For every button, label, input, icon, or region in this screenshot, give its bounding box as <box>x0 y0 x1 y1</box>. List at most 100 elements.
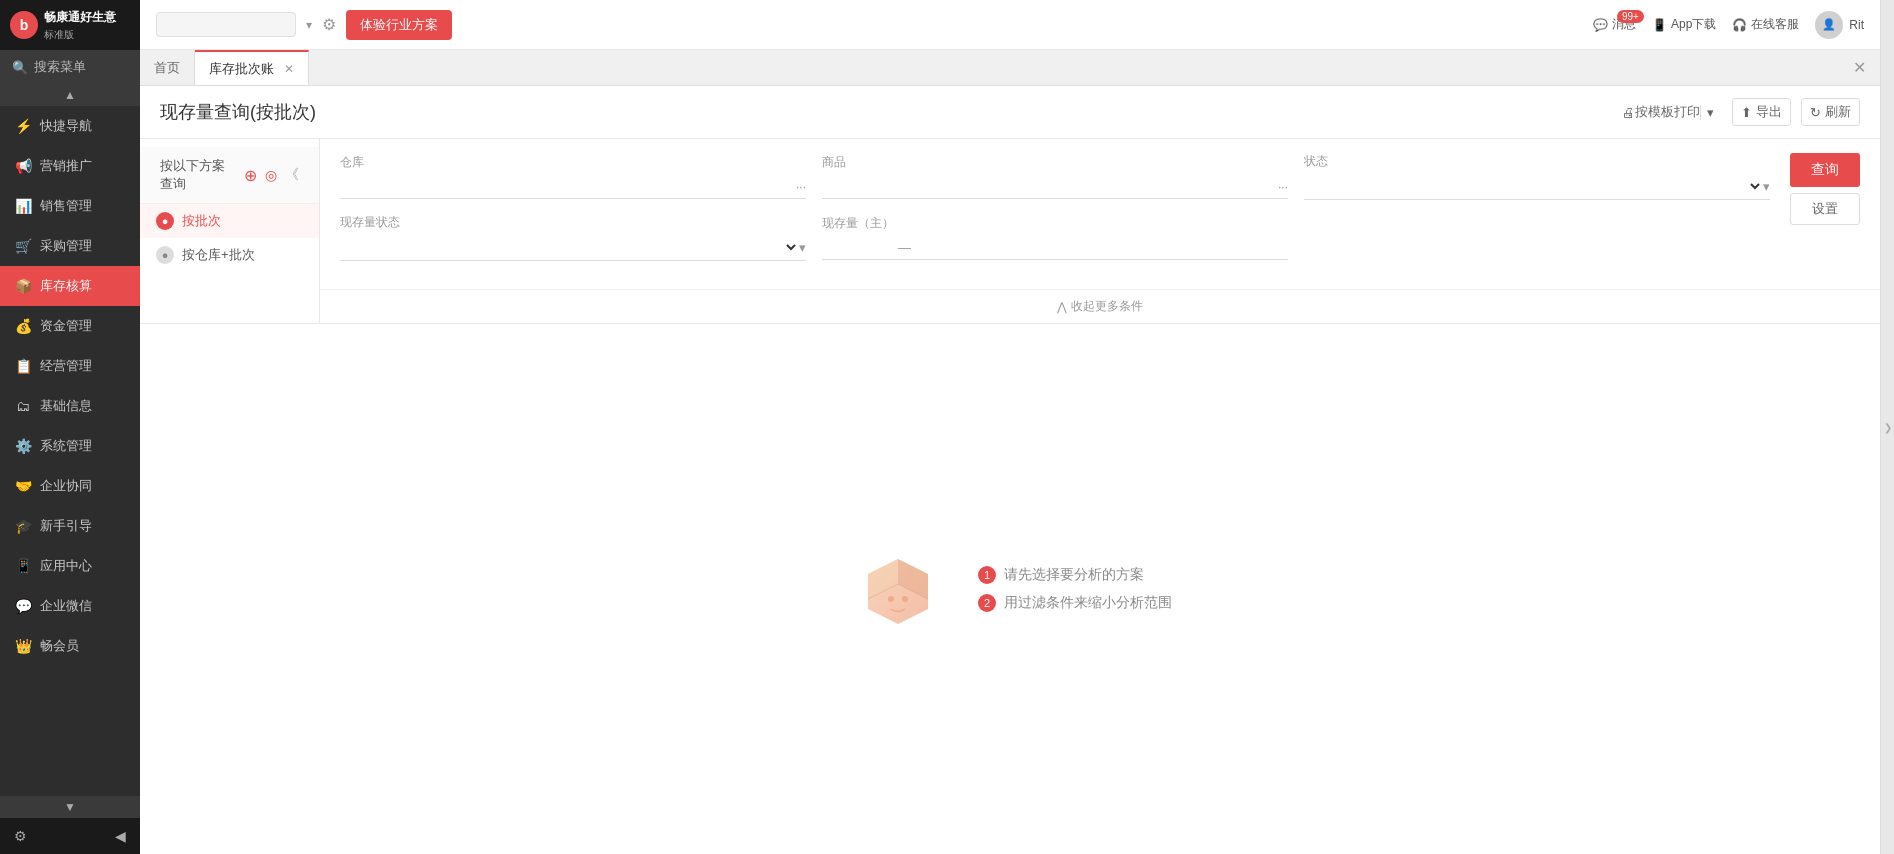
inventory-qty-to[interactable] <box>917 240 987 255</box>
filter-fields-inner: 仓库 ··· 商品 <box>320 139 1880 289</box>
filter-status-field: 状态 ▾ <box>1304 153 1770 200</box>
quick-nav-icon: ⚡ <box>14 117 32 135</box>
search-label: 搜索菜单 <box>34 58 86 76</box>
sidebar-item-finance[interactable]: 💰 资金管理 <box>0 306 140 346</box>
filter-row-2: 现存量状态 ▾ 现存量（主） <box>340 214 1770 261</box>
sidebar-item-label: 经营管理 <box>40 357 92 375</box>
scheme-settings-icon[interactable]: ◎ <box>265 167 277 183</box>
scheme-collapse-icon[interactable]: 《 <box>285 166 299 184</box>
industry-btn[interactable]: 体验行业方案 <box>346 10 452 40</box>
tab-home[interactable]: 首页 <box>140 50 195 85</box>
topbar-chevron-icon[interactable]: ▾ <box>306 18 312 32</box>
right-scroll-handle[interactable]: ❯ <box>1880 0 1894 854</box>
settings-button[interactable]: 设置 <box>1790 193 1860 225</box>
scheme-active-icon: ● <box>156 212 174 230</box>
empty-hint-1: 1 请先选择要分析的方案 <box>978 566 1172 584</box>
sidebar-search[interactable]: 🔍 搜索菜单 <box>0 50 140 84</box>
topbar-app-download[interactable]: 📱 App下载 <box>1652 16 1716 33</box>
topbar-search-box[interactable] <box>156 12 296 37</box>
print-arrow-icon[interactable]: ▾ <box>1700 105 1714 120</box>
sidebar-item-label: 营销推广 <box>40 157 92 175</box>
topbar-user[interactable]: 👤 Rit <box>1815 11 1864 39</box>
topbar-gear-icon[interactable]: ⚙ <box>322 15 336 34</box>
tab-close-icon[interactable]: ✕ <box>284 62 294 76</box>
sidebar-item-label: 销售管理 <box>40 197 92 215</box>
tab-bar-close-button[interactable]: ✕ <box>1839 58 1880 77</box>
sidebar-item-ops[interactable]: 📋 经营管理 <box>0 346 140 386</box>
printer-icon: 🖨 <box>1622 105 1635 120</box>
filter-collapse-row[interactable]: ⋀ 收起更多条件 <box>320 289 1880 323</box>
query-button[interactable]: 查询 <box>1790 153 1860 187</box>
headset-icon: 🎧 <box>1732 18 1747 32</box>
inventory-qty-from[interactable] <box>822 240 892 255</box>
sidebar-settings-icon[interactable]: ⚙ <box>14 828 27 844</box>
sidebar-item-appcenter[interactable]: 📱 应用中心 <box>0 546 140 586</box>
goods-input-row[interactable]: ··· <box>822 175 1288 199</box>
sidebar-item-label: 企业协同 <box>40 477 92 495</box>
print-btn[interactable]: 🖨 按模板打印 ▾ <box>1614 99 1722 125</box>
sidebar-scroll-up[interactable]: ▲ <box>0 84 140 106</box>
sidebar-item-label: 库存核算 <box>40 277 92 295</box>
sidebar-item-marketing[interactable]: 📢 营销推广 <box>0 146 140 186</box>
range-dash: — <box>898 240 911 255</box>
warehouse-input-row[interactable]: ··· <box>340 175 806 199</box>
status-select-row[interactable]: ▾ <box>1304 174 1770 200</box>
filter-scheme-panel: 按以下方案查询 ⊕ ◎ 《 ● 按批次 ● 按仓库+批次 <box>140 139 320 323</box>
warehouse-more-icon[interactable]: ··· <box>796 180 806 194</box>
refresh-label: 刷新 <box>1825 103 1851 121</box>
topbar-online-support[interactable]: 🎧 在线客服 <box>1732 16 1799 33</box>
sidebar-item-label: 基础信息 <box>40 397 92 415</box>
inventory-status-select[interactable] <box>340 239 799 256</box>
refresh-btn[interactable]: ↻ 刷新 <box>1801 98 1860 126</box>
base-icon: 🗂 <box>14 397 32 415</box>
marketing-icon: 📢 <box>14 157 32 175</box>
topbar-messages[interactable]: 💬 消息 99+ <box>1593 16 1636 33</box>
sidebar-item-quick-nav[interactable]: ⚡ 快捷导航 <box>0 106 140 146</box>
tab-inventory-batch-label: 库存批次账 <box>209 60 274 78</box>
status-select[interactable] <box>1304 178 1763 195</box>
sidebar-item-sales[interactable]: 📊 销售管理 <box>0 186 140 226</box>
goods-label: 商品 <box>822 154 1288 171</box>
warehouse-input[interactable] <box>340 179 796 194</box>
sidebar-item-member[interactable]: 👑 畅会员 <box>0 626 140 666</box>
inventory-status-label: 现存量状态 <box>340 214 806 231</box>
refresh-icon: ↻ <box>1810 105 1821 120</box>
phone-icon: 📱 <box>1652 18 1667 32</box>
avatar: 👤 <box>1815 11 1843 39</box>
inventory-qty-range-row: — <box>822 236 1288 260</box>
svg-point-6 <box>902 596 908 602</box>
sidebar-item-base[interactable]: 🗂 基础信息 <box>0 386 140 426</box>
app-download-label: App下载 <box>1671 16 1716 33</box>
print-label: 按模板打印 <box>1635 103 1700 121</box>
scroll-handle-icon: ❯ <box>1884 422 1892 433</box>
add-scheme-icon[interactable]: ⊕ <box>244 166 257 185</box>
empty-text: 1 请先选择要分析的方案 2 用过滤条件来缩小分析范围 <box>978 566 1172 612</box>
sidebar-item-label: 企业微信 <box>40 597 92 615</box>
filter-fields-container: 仓库 ··· 商品 <box>320 139 1790 289</box>
filter-warehouse-field: 仓库 ··· <box>340 154 806 199</box>
topbar-search-text <box>167 17 233 32</box>
sidebar-item-system[interactable]: ⚙️ 系统管理 <box>0 426 140 466</box>
collapse-text: 收起更多条件 <box>1071 298 1143 315</box>
sidebar-item-label: 资金管理 <box>40 317 92 335</box>
sidebar-collapse-icon[interactable]: ◀ <box>115 828 126 844</box>
sidebar-item-wechat[interactable]: 💬 企业微信 <box>0 586 140 626</box>
sidebar-item-inventory[interactable]: 📦 库存核算 <box>0 266 140 306</box>
goods-more-icon[interactable]: ··· <box>1278 180 1288 194</box>
hint-text-2: 用过滤条件来缩小分析范围 <box>1004 594 1172 612</box>
scheme-item-batch[interactable]: ● 按批次 <box>140 204 319 238</box>
inventory-status-select-row[interactable]: ▾ <box>340 235 806 261</box>
filter-row-1: 仓库 ··· 商品 <box>340 153 1770 200</box>
scheme-item-warehouse-batch[interactable]: ● 按仓库+批次 <box>140 238 319 272</box>
export-btn[interactable]: ⬆ 导出 <box>1732 98 1791 126</box>
sidebar-item-collab[interactable]: 🤝 企业协同 <box>0 466 140 506</box>
sidebar-footer: ⚙ ◀ <box>0 818 140 854</box>
sidebar-scroll-down[interactable]: ▼ <box>0 796 140 818</box>
sidebar-item-newguide[interactable]: 🎓 新手引导 <box>0 506 140 546</box>
sidebar-nav: ⚡ 快捷导航 📢 营销推广 📊 销售管理 🛒 采购管理 📦 库存核算 💰 资金管… <box>0 106 140 796</box>
ops-icon: 📋 <box>14 357 32 375</box>
goods-input[interactable] <box>822 179 1278 194</box>
sidebar-item-purchase[interactable]: 🛒 采购管理 <box>0 226 140 266</box>
scheme-warehouse-batch-label: 按仓库+批次 <box>182 246 255 264</box>
tab-inventory-batch[interactable]: 库存批次账 ✕ <box>195 50 309 85</box>
